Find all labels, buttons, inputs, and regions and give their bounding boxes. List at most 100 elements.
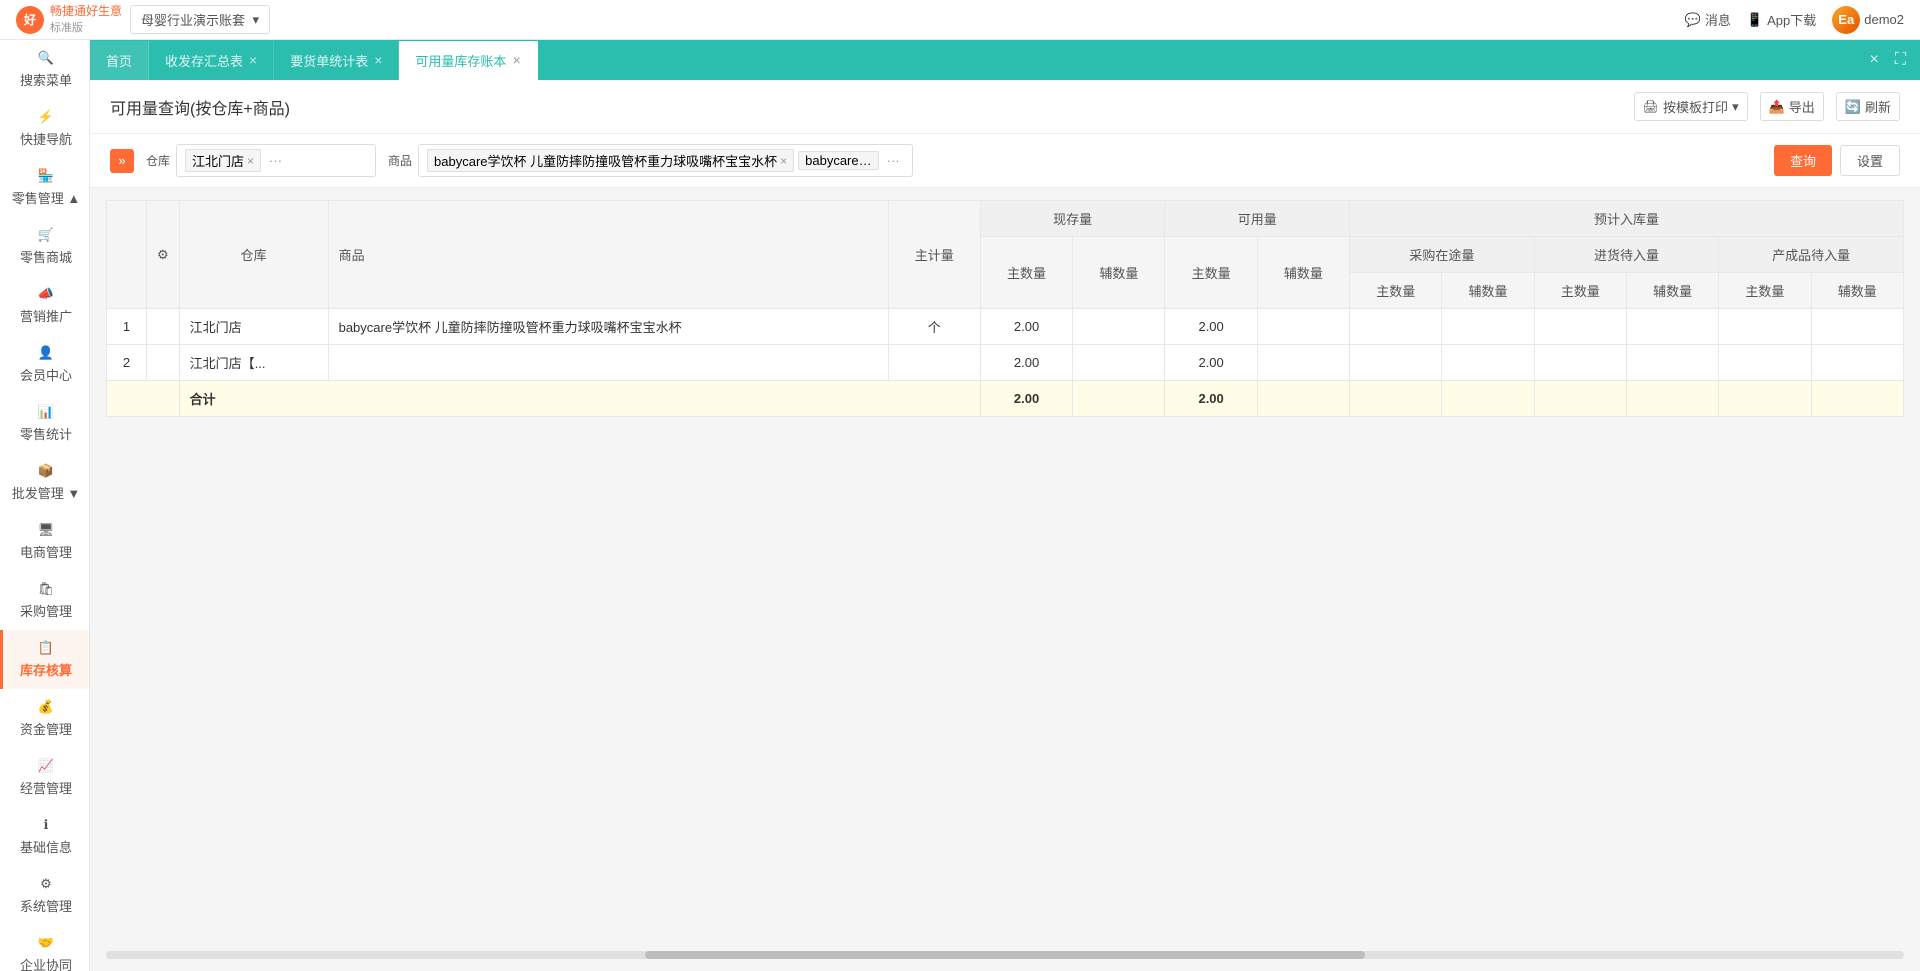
row-avail-aux-1 bbox=[1257, 345, 1349, 381]
sidebar-item-inventory-calc[interactable]: 📋 库存核算 bbox=[0, 630, 89, 689]
industry-select[interactable]: 母婴行业演示账套 ▾ bbox=[130, 5, 270, 34]
th-current-main-qty: 主数量 bbox=[980, 237, 1072, 309]
sidebar-item-finance[interactable]: 💰 资金管理 bbox=[0, 689, 89, 748]
marketing-label: 营销推广 bbox=[20, 306, 72, 325]
th-production-aux: 辅数量 bbox=[1811, 273, 1903, 309]
th-production-pending: 产成品待入量 bbox=[1719, 237, 1904, 273]
export-icon: 📤 bbox=[1769, 99, 1785, 115]
refresh-btn[interactable]: 🔄 刷新 bbox=[1836, 92, 1900, 121]
avatar: Ea bbox=[1832, 6, 1860, 34]
th-available: 可用量 bbox=[1165, 201, 1350, 237]
sidebar-item-marketing[interactable]: 📣 营销推广 bbox=[0, 276, 89, 335]
filter-toggle-btn[interactable]: » bbox=[110, 149, 134, 173]
filter-actions: 查询 设置 bbox=[1774, 145, 1900, 176]
inventory-table: ⚙ 仓库 商品 主计量 现存量 可用量 预计入库量 主数量 bbox=[106, 200, 1904, 417]
inventory-summary-tab[interactable]: 收发存汇总表 × bbox=[149, 41, 274, 80]
chevron-down-icon: ▾ bbox=[252, 12, 259, 28]
sidebar-item-retail-manage[interactable]: 🏪 零售管理 ▲ bbox=[0, 158, 89, 217]
product-more-dots[interactable]: ··· bbox=[883, 153, 904, 168]
close-tab-available-inventory[interactable]: × bbox=[512, 53, 520, 67]
sidebar-quicknav-label: 快捷导航 bbox=[20, 129, 72, 148]
product-filter-input[interactable]: babycare学饮杯 儿童防摔防撞吸管杯重力球吸嘴杯宝宝水杯 × babyca… bbox=[418, 144, 913, 177]
logo-sub: 标准版 bbox=[50, 19, 122, 35]
th-main-unit: 主计量 bbox=[888, 201, 980, 309]
row-curr-main-0: 2.00 bbox=[980, 309, 1072, 345]
close-tab-order-stats[interactable]: × bbox=[374, 53, 382, 67]
gear-icon[interactable]: ⚙ bbox=[157, 247, 169, 262]
ecommerce-label: 电商管理 bbox=[20, 542, 72, 561]
sidebar-item-ecommerce[interactable]: 🖥 电商管理 bbox=[0, 512, 89, 571]
remove-warehouse-tag[interactable]: × bbox=[247, 154, 254, 168]
system-icon: ⚙ bbox=[40, 876, 52, 892]
warehouse-tag-text: 江北门店 bbox=[192, 151, 244, 170]
close-all-tabs-btn[interactable]: × bbox=[1863, 47, 1884, 73]
user-area[interactable]: Ea demo2 bbox=[1832, 6, 1904, 34]
message-action[interactable]: 💬 消息 bbox=[1685, 10, 1731, 29]
industry-select-label: 母婴行业演示账套 bbox=[141, 10, 245, 29]
sidebar-item-basic-info[interactable]: ℹ 基础信息 bbox=[0, 807, 89, 866]
home-tab[interactable]: 首页 bbox=[90, 41, 149, 80]
operations-icon: 📈 bbox=[38, 758, 54, 774]
row-prod-main-0 bbox=[1719, 309, 1811, 345]
row-ip-aux-1 bbox=[1626, 345, 1718, 381]
query-button[interactable]: 查询 bbox=[1774, 145, 1832, 176]
sidebar-item-purchase[interactable]: 🛍 采购管理 bbox=[0, 571, 89, 630]
table-row: 2 江北门店【... 2.00 2.00 bbox=[107, 345, 1904, 381]
page-content: 可用量查询(按仓库+商品) 🖨 按模板打印 ▾ 📤 导出 🔄 刷新 bbox=[90, 80, 1920, 971]
sidebar-item-wholesale-manage[interactable]: 📦 批发管理 ▼ bbox=[0, 453, 89, 512]
app-download-action[interactable]: 📱 App下载 bbox=[1747, 10, 1816, 29]
sidebar-item-retail-stats[interactable]: 📊 零售统计 bbox=[0, 394, 89, 453]
available-inventory-tab[interactable]: 可用量库存账本 × bbox=[399, 41, 537, 80]
remove-product-tag-1[interactable]: × bbox=[780, 154, 787, 168]
content-area: 首页 收发存汇总表 × 要货单统计表 × 可用量库存账本 × × ⛶ bbox=[90, 40, 1920, 971]
message-label: 消息 bbox=[1705, 10, 1731, 29]
sidebar-item-search[interactable]: 🔍 搜索菜单 bbox=[0, 40, 89, 99]
product-tag-2: babycare… bbox=[798, 151, 878, 170]
warehouse-more-dots[interactable]: ··· bbox=[265, 153, 286, 168]
sidebar-item-quicknav[interactable]: ⚡ 快捷导航 bbox=[0, 99, 89, 158]
app-download-label: App下载 bbox=[1767, 10, 1816, 29]
product-tag-1-text: babycare学饮杯 儿童防摔防撞吸管杯重力球吸嘴杯宝宝水杯 bbox=[434, 151, 777, 170]
sidebar: 🔍 搜索菜单 ⚡ 快捷导航 🏪 零售管理 ▲ 🛒 零售商城 📣 营销推广 👤 会… bbox=[0, 40, 90, 971]
sidebar-item-operations[interactable]: 📈 经营管理 bbox=[0, 748, 89, 807]
th-warehouse: 仓库 bbox=[179, 201, 328, 309]
row-curr-aux-0 bbox=[1073, 309, 1165, 345]
table-row: 1 江北门店 babycare学饮杯 儿童防摔防撞吸管杯重力球吸嘴杯宝宝水杯 个… bbox=[107, 309, 1904, 345]
home-tab-label: 首页 bbox=[106, 51, 132, 70]
available-inventory-label: 可用量库存账本 bbox=[415, 51, 506, 70]
row-pt-aux-0 bbox=[1442, 309, 1534, 345]
filter-bar: » 仓库 江北门店 × ··· 商品 bbox=[90, 134, 1920, 188]
row-pt-aux-1 bbox=[1442, 345, 1534, 381]
sidebar-item-member-center[interactable]: 👤 会员中心 bbox=[0, 335, 89, 394]
setting-button[interactable]: 设置 bbox=[1840, 145, 1900, 176]
wholesale-icon: 📦 bbox=[38, 463, 54, 479]
close-tab-inventory-summary[interactable]: × bbox=[249, 53, 257, 67]
th-inbound-pending: 进货待入量 bbox=[1534, 237, 1719, 273]
sidebar-item-enterprise-collab[interactable]: 🤝 企业协同 bbox=[0, 925, 89, 971]
tabs-end: × ⛶ bbox=[1863, 47, 1920, 73]
warehouse-filter-input[interactable]: 江北门店 × ··· bbox=[176, 144, 376, 177]
sidebar-item-system[interactable]: ⚙ 系统管理 bbox=[0, 866, 89, 925]
horizontal-scrollbar[interactable] bbox=[106, 951, 1904, 959]
row-prod-aux-0 bbox=[1811, 309, 1903, 345]
th-current-aux-qty: 辅数量 bbox=[1073, 237, 1165, 309]
scrollbar-thumb bbox=[645, 951, 1364, 959]
expand-tabs-btn[interactable]: ⛶ bbox=[1889, 47, 1912, 73]
th-purchase-main: 主数量 bbox=[1350, 273, 1442, 309]
row-gear-0 bbox=[147, 309, 180, 345]
export-btn[interactable]: 📤 导出 bbox=[1760, 92, 1824, 121]
username: demo2 bbox=[1864, 12, 1904, 27]
row-unit-1 bbox=[888, 345, 980, 381]
print-label: 按模板打印 bbox=[1663, 97, 1728, 116]
row-num-0: 1 bbox=[107, 309, 147, 345]
th-gear[interactable]: ⚙ bbox=[147, 201, 180, 309]
order-stats-tab[interactable]: 要货单统计表 × bbox=[274, 41, 399, 80]
print-template-btn[interactable]: 🖨 按模板打印 ▾ bbox=[1634, 92, 1748, 121]
product-tag-1: babycare学饮杯 儿童防摔防撞吸管杯重力球吸嘴杯宝宝水杯 × bbox=[427, 149, 794, 172]
basic-info-icon: ℹ bbox=[44, 817, 49, 833]
sidebar-item-retail-mall[interactable]: 🛒 零售商城 bbox=[0, 217, 89, 276]
total-empty bbox=[107, 381, 180, 417]
tabs-bar: 首页 收发存汇总表 × 要货单统计表 × 可用量库存账本 × × ⛶ bbox=[90, 40, 1920, 80]
message-icon: 💬 bbox=[1685, 12, 1701, 28]
row-avail-main-1: 2.00 bbox=[1165, 345, 1257, 381]
